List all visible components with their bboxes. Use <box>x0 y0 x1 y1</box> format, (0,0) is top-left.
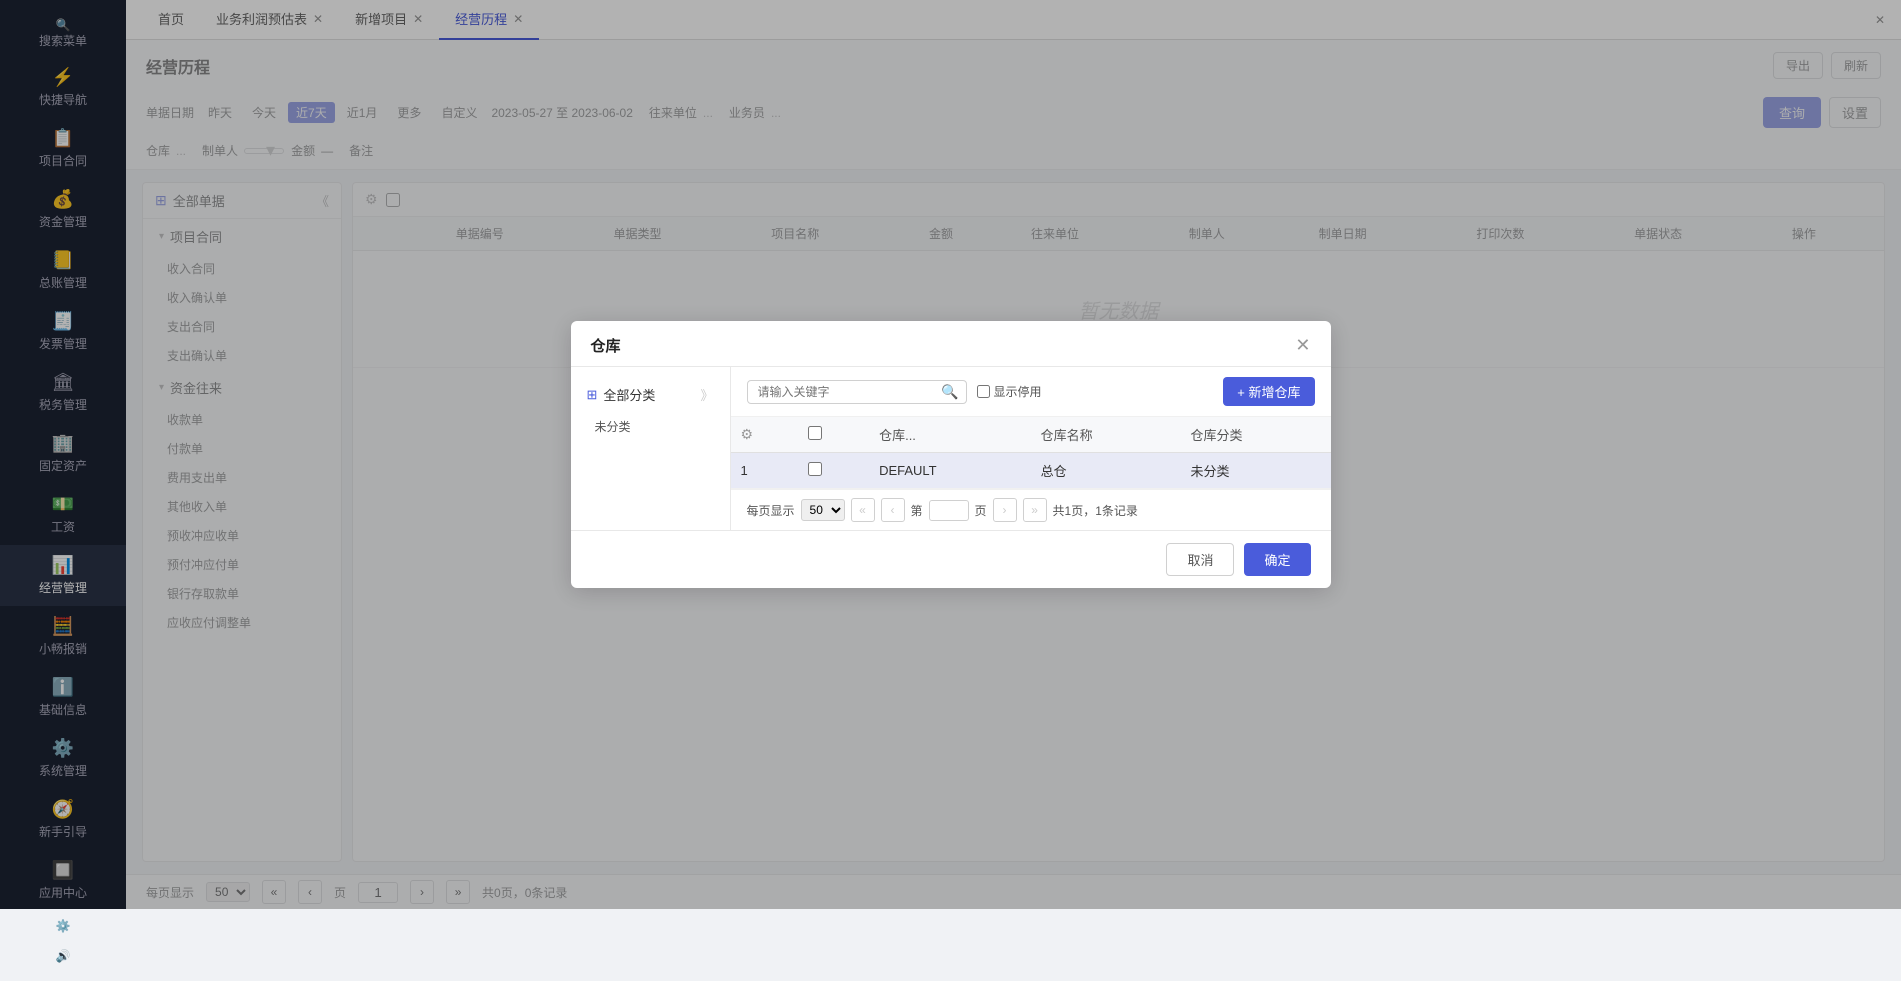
modal-close-btn[interactable]: ✕ <box>1295 335 1310 356</box>
modal-cancel-button[interactable]: 取消 <box>1166 543 1234 576</box>
warehouse-modal: 仓库 ✕ ⊞ 全部分类 》 未分类 🔍 <box>571 321 1331 588</box>
modal-per-page-select[interactable]: 50 <box>801 499 845 521</box>
modal-show-disabled-label: 显示停用 <box>977 383 1042 400</box>
modal-first-page-btn[interactable]: « <box>851 498 875 522</box>
modal-category-panel: ⊞ 全部分类 》 未分类 <box>571 367 731 530</box>
sidebar-settings-btn[interactable]: ⚙️ <box>0 911 126 941</box>
modal-last-page-btn[interactable]: » <box>1023 498 1047 522</box>
modal-search-input[interactable] <box>747 380 967 404</box>
modal-row-category: 未分类 <box>1181 453 1331 489</box>
modal-total-label: 共1页，1条记录 <box>1053 502 1138 519</box>
add-warehouse-button[interactable]: + 新增仓库 <box>1223 377 1314 406</box>
modal-body: ⊞ 全部分类 》 未分类 🔍 显示停用 <box>571 367 1331 530</box>
modal-next-page-btn[interactable]: › <box>993 498 1017 522</box>
modal-table-select-all[interactable] <box>808 426 822 440</box>
modal-title-text: 仓库 <box>591 335 621 356</box>
modal-overlay: 仓库 ✕ ⊞ 全部分类 》 未分类 🔍 <box>0 0 1901 909</box>
modal-footer: 取消 确定 <box>571 530 1331 588</box>
modal-prev-page-btn[interactable]: ‹ <box>881 498 905 522</box>
modal-col-name: 仓库名称 <box>1031 417 1181 453</box>
modal-table-header-row: ⚙ 仓库... 仓库名称 仓库分类 <box>731 417 1331 453</box>
modal-page-label: 第 <box>911 502 923 519</box>
modal-gear-icon[interactable]: ⚙ <box>741 426 754 442</box>
modal-show-disabled-checkbox[interactable] <box>977 385 990 398</box>
modal-category-all[interactable]: ⊞ 全部分类 》 <box>571 377 730 412</box>
modal-page-suffix: 页 <box>975 502 987 519</box>
modal-page-number-input[interactable]: 1 <box>929 500 969 521</box>
collapse-icon-modal[interactable]: 》 <box>700 385 713 404</box>
modal-search-wrapper: 🔍 <box>747 380 967 404</box>
modal-right-panel: 🔍 显示停用 + 新增仓库 ⚙ <box>731 367 1331 530</box>
modal-row-checkbox-cell <box>798 453 869 489</box>
modal-row-id: 1 <box>731 453 799 489</box>
sidebar-bottom: ⚙️ 🔊 <box>0 911 126 981</box>
modal-search-icon[interactable]: 🔍 <box>941 383 958 400</box>
modal-confirm-button[interactable]: 确定 <box>1244 543 1310 576</box>
modal-table-wrapper: ⚙ 仓库... 仓库名称 仓库分类 <box>731 417 1331 489</box>
modal-row-code: DEFAULT <box>869 453 1031 489</box>
modal-header: 仓库 ✕ <box>571 321 1331 367</box>
modal-col-settings: ⚙ <box>731 417 799 453</box>
modal-row-name: 总仓 <box>1031 453 1181 489</box>
modal-pagination: 每页显示 50 « ‹ 第 1 页 › » 共1页，1条记录 <box>731 489 1331 530</box>
sidebar-volume-btn[interactable]: 🔊 <box>0 941 126 971</box>
modal-per-page-label: 每页显示 <box>747 502 795 519</box>
modal-category-unclassified[interactable]: 未分类 <box>571 412 730 441</box>
modal-col-code: 仓库... <box>869 417 1031 453</box>
modal-warehouse-table: ⚙ 仓库... 仓库名称 仓库分类 <box>731 417 1331 489</box>
modal-toolbar: 🔍 显示停用 + 新增仓库 <box>731 367 1331 417</box>
modal-col-checkbox <box>798 417 869 453</box>
grid-icon-modal: ⊞ <box>587 387 598 403</box>
modal-col-category: 仓库分类 <box>1181 417 1331 453</box>
modal-row-checkbox[interactable] <box>808 462 822 476</box>
modal-table-row[interactable]: 1 DEFAULT 总仓 未分类 <box>731 453 1331 489</box>
